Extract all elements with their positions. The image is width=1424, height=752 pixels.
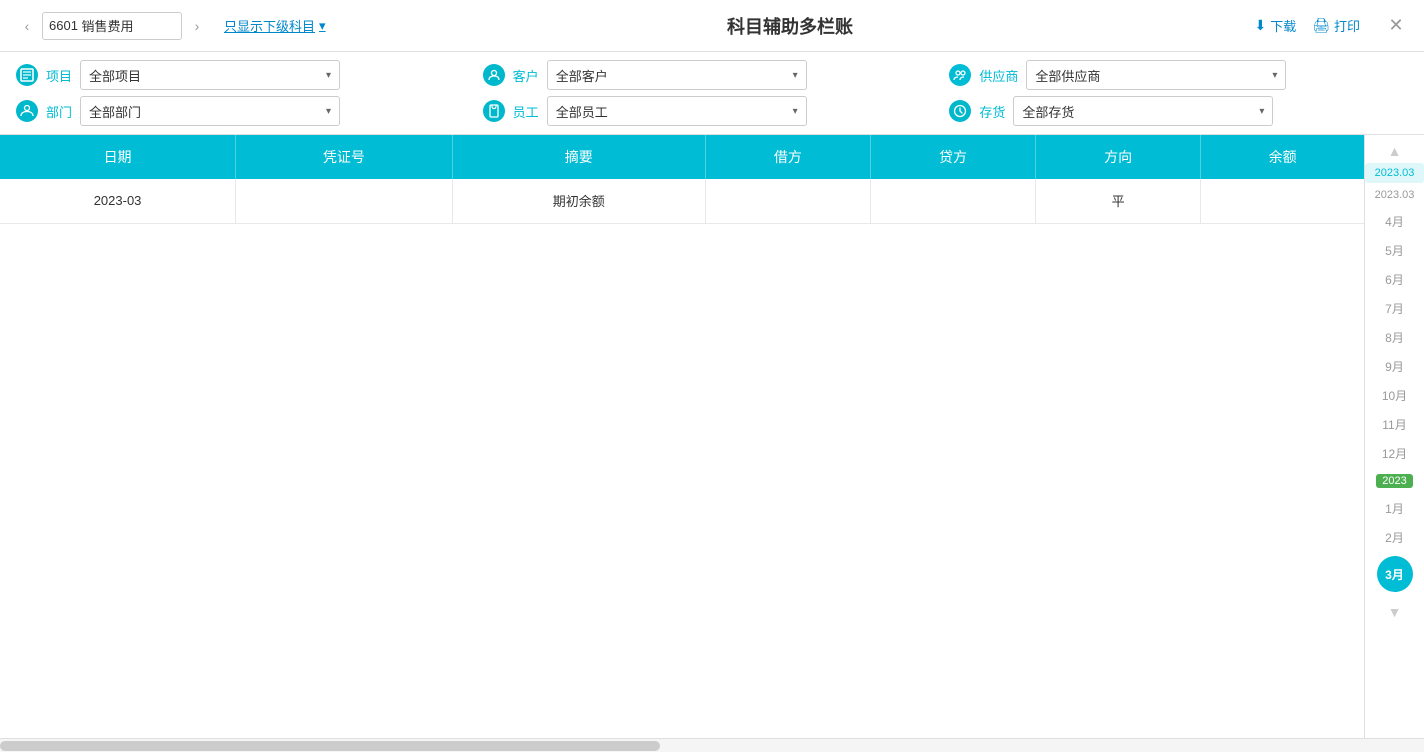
department-arrow-icon: ▾ xyxy=(326,106,331,117)
table-row: 2023-03 期初余额 平 xyxy=(0,179,1364,223)
print-button[interactable]: 🖨 打印 xyxy=(1312,16,1360,35)
account-code-box: 6601 销售费用 xyxy=(42,12,182,40)
col-summary: 摘要 xyxy=(452,135,705,179)
supplier-icon xyxy=(949,64,971,86)
side-timeline: ▲ 2023.03 2023.03 4月 5月 6月 7月 8月 9月 10月 … xyxy=(1364,135,1424,738)
inventory-value: 全部存货 xyxy=(1022,102,1074,121)
col-debit: 借方 xyxy=(705,135,870,179)
customer-label: 客户 xyxy=(513,66,539,85)
cell-debit xyxy=(705,179,870,223)
col-date: 日期 xyxy=(0,135,236,179)
print-icon: 🖨 xyxy=(1312,17,1330,34)
department-icon xyxy=(16,100,38,122)
table-content: 日期 凭证号 摘要 借方 贷方 方向 余额 2023-03 期初余额 平 xyxy=(0,135,1364,738)
timeline-item-11[interactable]: 11月 xyxy=(1365,410,1424,439)
cell-voucher xyxy=(236,179,452,223)
show-sub-button[interactable]: 只显示下级科目 ▾ xyxy=(224,16,326,35)
filter-area: 项目 全部项目 ▾ 客户 全部客户 ▾ xyxy=(0,52,1424,135)
supplier-arrow-icon: ▾ xyxy=(1272,70,1277,81)
customer-filter-group: 客户 全部客户 ▾ xyxy=(483,60,942,90)
timeline-item-8[interactable]: 8月 xyxy=(1365,323,1424,352)
timeline-up-button[interactable]: ▲ xyxy=(1383,139,1407,163)
inventory-label: 存货 xyxy=(979,102,1005,121)
timeline-item-10[interactable]: 10月 xyxy=(1365,381,1424,410)
current-month-badge[interactable]: 3月 xyxy=(1377,556,1413,592)
project-arrow-icon: ▾ xyxy=(326,70,331,81)
project-value: 全部项目 xyxy=(89,66,141,85)
customer-icon xyxy=(483,64,505,86)
timeline-item-2023-03-selected[interactable]: 2023.03 xyxy=(1365,163,1424,183)
top-actions: ⬇ 下载 🖨 打印 ✕ xyxy=(1254,14,1408,38)
filter-row-1: 项目 全部项目 ▾ 客户 全部客户 ▾ xyxy=(16,60,1408,90)
prev-account-button[interactable]: ‹ xyxy=(16,15,38,37)
main-container: ‹ 6601 销售费用 › 只显示下级科目 ▾ 科目辅助多栏账 ⬇ 下载 🖨 打… xyxy=(0,0,1424,752)
close-button[interactable]: ✕ xyxy=(1384,14,1408,38)
department-label: 部门 xyxy=(46,102,72,121)
timeline-down-button[interactable]: ▼ xyxy=(1383,600,1407,624)
timeline-item-2[interactable]: 2月 xyxy=(1365,523,1424,552)
col-direction: 方向 xyxy=(1036,135,1201,179)
timeline-item-4[interactable]: 4月 xyxy=(1365,207,1424,236)
timeline-item-1[interactable]: 1月 xyxy=(1365,494,1424,523)
employee-arrow-icon: ▾ xyxy=(793,106,798,117)
customer-select[interactable]: 全部客户 ▾ xyxy=(547,60,807,90)
next-account-button[interactable]: › xyxy=(186,15,208,37)
timeline-item-9[interactable]: 9月 xyxy=(1365,352,1424,381)
account-name: 销售费用 xyxy=(82,16,134,35)
timeline-item-7[interactable]: 7月 xyxy=(1365,294,1424,323)
print-label: 打印 xyxy=(1334,16,1360,35)
supplier-filter-group: 供应商 全部供应商 ▾ xyxy=(949,60,1408,90)
employee-label: 员工 xyxy=(513,102,539,121)
table-header-row: 日期 凭证号 摘要 借方 贷方 方向 余额 xyxy=(0,135,1364,179)
timeline-item-3-current[interactable]: 3月 xyxy=(1377,552,1413,596)
col-voucher: 凭证号 xyxy=(236,135,452,179)
employee-icon xyxy=(483,100,505,122)
account-code: 6601 xyxy=(49,18,78,33)
timeline-item-12[interactable]: 12月 xyxy=(1365,439,1424,468)
inventory-icon xyxy=(949,100,971,122)
download-button[interactable]: ⬇ 下载 xyxy=(1254,16,1296,35)
page-title: 科目辅助多栏账 xyxy=(326,13,1255,39)
filter-row-2: 部门 全部部门 ▾ 员工 全部员工 ▾ xyxy=(16,96,1408,126)
table-area: 日期 凭证号 摘要 借方 贷方 方向 余额 2023-03 期初余额 平 ▲ 202… xyxy=(0,135,1424,738)
timeline-item-6[interactable]: 6月 xyxy=(1365,265,1424,294)
cell-summary: 期初余额 xyxy=(452,179,705,223)
inventory-arrow-icon: ▾ xyxy=(1259,106,1264,117)
bottom-scrollbar[interactable] xyxy=(0,738,1424,752)
cell-direction: 平 xyxy=(1036,179,1201,223)
customer-arrow-icon: ▾ xyxy=(793,70,798,81)
project-select[interactable]: 全部项目 ▾ xyxy=(80,60,340,90)
supplier-value: 全部供应商 xyxy=(1035,66,1100,85)
download-icon: ⬇ xyxy=(1254,17,1266,34)
col-credit: 贷方 xyxy=(870,135,1035,179)
show-sub-label: 只显示下级科目 xyxy=(224,16,315,35)
inventory-filter-group: 存货 全部存货 ▾ xyxy=(949,96,1408,126)
department-filter-group: 部门 全部部门 ▾ xyxy=(16,96,475,126)
year-badge-2023[interactable]: 2023 xyxy=(1376,468,1412,494)
cell-date: 2023-03 xyxy=(0,179,236,223)
cell-balance xyxy=(1201,179,1364,223)
col-balance: 余额 xyxy=(1201,135,1364,179)
employee-select[interactable]: 全部员工 ▾ xyxy=(547,96,807,126)
department-select[interactable]: 全部部门 ▾ xyxy=(80,96,340,126)
supplier-label: 供应商 xyxy=(979,66,1018,85)
project-filter-group: 项目 全部项目 ▾ xyxy=(16,60,475,90)
customer-value: 全部客户 xyxy=(556,66,608,85)
timeline-item-2023-03[interactable]: 2023.03 xyxy=(1365,183,1424,207)
project-label: 项目 xyxy=(46,66,72,85)
employee-filter-group: 员工 全部员工 ▾ xyxy=(483,96,942,126)
download-label: 下载 xyxy=(1270,16,1296,35)
top-bar: ‹ 6601 销售费用 › 只显示下级科目 ▾ 科目辅助多栏账 ⬇ 下载 🖨 打… xyxy=(0,0,1424,52)
employee-value: 全部员工 xyxy=(556,102,608,121)
department-value: 全部部门 xyxy=(89,102,141,121)
project-icon xyxy=(16,64,38,86)
scrollbar-thumb[interactable] xyxy=(0,741,660,751)
inventory-select[interactable]: 全部存货 ▾ xyxy=(1013,96,1273,126)
ledger-table: 日期 凭证号 摘要 借方 贷方 方向 余额 2023-03 期初余额 平 xyxy=(0,135,1364,224)
supplier-select[interactable]: 全部供应商 ▾ xyxy=(1026,60,1286,90)
cell-credit xyxy=(870,179,1035,223)
timeline-item-5[interactable]: 5月 xyxy=(1365,236,1424,265)
scrollbar-track xyxy=(0,739,1424,752)
